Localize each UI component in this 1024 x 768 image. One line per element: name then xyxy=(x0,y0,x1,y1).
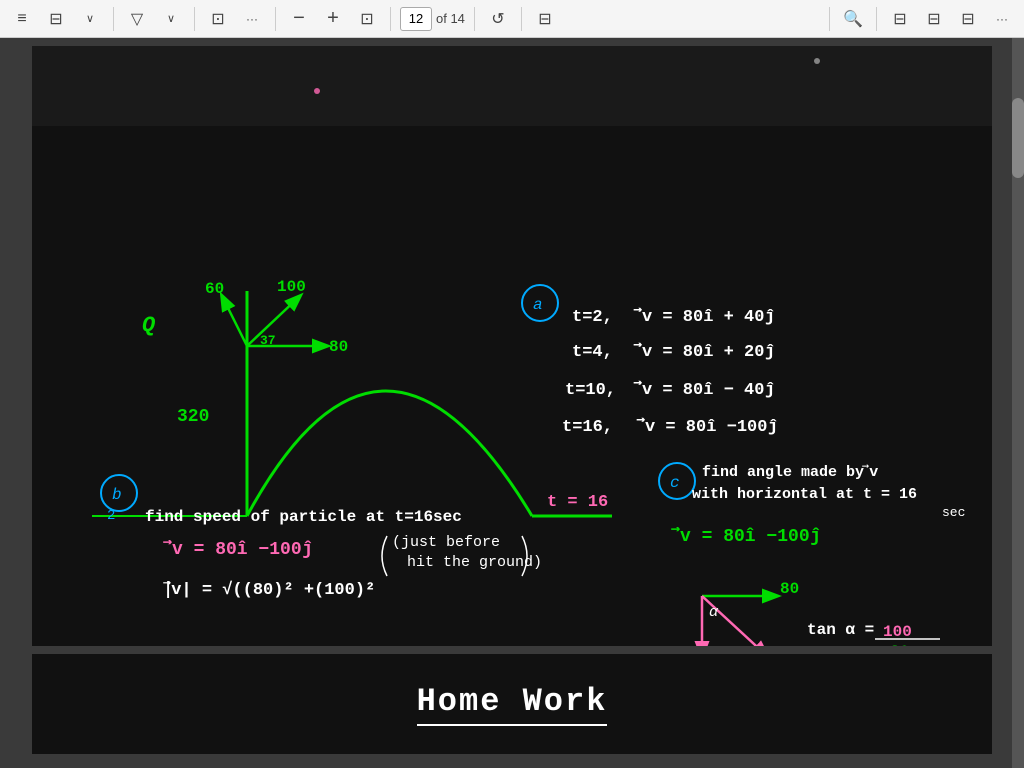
svg-text:c: c xyxy=(670,474,680,492)
more-right-button[interactable]: ··· xyxy=(988,5,1016,33)
svg-text:sec: sec xyxy=(942,505,965,520)
page-total-label: of 14 xyxy=(436,11,465,26)
svg-text:⃗v = 80î − 40ĵ: ⃗v = 80î − 40ĵ xyxy=(633,380,775,400)
chevron-down-1-icon[interactable]: ∨ xyxy=(76,5,104,33)
page-top-strip xyxy=(32,46,992,126)
svg-text:tan α =: tan α = xyxy=(807,621,874,639)
page-bottom-strip: Home Work xyxy=(32,654,992,754)
list-tool-button[interactable]: ≡ xyxy=(8,5,36,33)
scrollbar-thumb[interactable] xyxy=(1012,98,1024,178)
svg-text:2: 2 xyxy=(107,508,115,524)
svg-text:80: 80 xyxy=(780,580,799,598)
fit-page-button[interactable]: ⊡ xyxy=(353,5,381,33)
svg-text:Q: Q xyxy=(142,313,155,338)
svg-text:⃗v = 80î + 20ĵ: ⃗v = 80î + 20ĵ xyxy=(633,342,775,362)
zoom-in-button[interactable]: + xyxy=(319,5,347,33)
divider-8 xyxy=(876,7,877,31)
svg-text:t=4,: t=4, xyxy=(572,343,613,362)
svg-text:t = 16: t = 16 xyxy=(547,493,608,512)
search-button[interactable]: 🔍 xyxy=(839,5,867,33)
svg-text:|⃗v| = √((80)² +(100)²: |⃗v| = √((80)² +(100)² xyxy=(163,580,375,600)
svg-text:t=10,: t=10, xyxy=(565,381,616,400)
svg-text:⃗v = 80î + 40ĵ: ⃗v = 80î + 40ĵ xyxy=(633,307,775,327)
share-button[interactable]: ⊟ xyxy=(954,5,982,33)
main-content: 320 t = 16 80 100 60 37 Q a t=2, ⃗v = 80 xyxy=(0,38,1024,768)
divider-4 xyxy=(390,7,391,31)
svg-text:t=16,: t=16, xyxy=(562,418,613,437)
divider-7 xyxy=(829,7,830,31)
rotate-button[interactable]: ↺ xyxy=(484,5,512,33)
divider-1 xyxy=(113,7,114,31)
split-view-button[interactable]: ⊟ xyxy=(531,5,559,33)
svg-text:hit the ground): hit the ground) xyxy=(407,554,542,571)
svg-text:⃗v = 80î −100ĵ: ⃗v = 80î −100ĵ xyxy=(636,417,778,437)
page-content: 320 t = 16 80 100 60 37 Q a t=2, ⃗v = 80 xyxy=(32,126,992,646)
svg-text:α: α xyxy=(709,604,719,621)
svg-text:find angle made by ⃗v: find angle made by ⃗v xyxy=(702,464,878,481)
chevron-down-2-icon[interactable]: ∨ xyxy=(157,5,185,33)
svg-text:b: b xyxy=(112,486,122,504)
divider-6 xyxy=(521,7,522,31)
svg-text:100: 100 xyxy=(883,623,912,641)
more-options-button[interactable]: ··· xyxy=(238,5,266,33)
toolbar: ≡ ⊟ ∨ ▽ ∨ ⊡ ··· − + ⊡ 12 of 14 ↺ ⊟ 🔍 ⊟ ⊟… xyxy=(0,0,1024,38)
svg-text:⃗v = 80î −100ĵ: ⃗v = 80î −100ĵ xyxy=(671,526,820,547)
svg-text:37: 37 xyxy=(260,333,276,348)
save-button[interactable]: ⊟ xyxy=(920,5,948,33)
svg-text:320: 320 xyxy=(177,407,209,427)
zoom-out-button[interactable]: − xyxy=(285,5,313,33)
svg-text:60: 60 xyxy=(205,280,224,298)
svg-text:⃗v = 80î −100ĵ: ⃗v = 80î −100ĵ xyxy=(163,539,312,560)
bookmark-tool-button[interactable]: ⊟ xyxy=(42,5,70,33)
svg-text:80: 80 xyxy=(890,643,909,646)
divider-5 xyxy=(474,7,475,31)
svg-text:a: a xyxy=(533,296,543,314)
filter-tool-button[interactable]: ▽ xyxy=(123,5,151,33)
divider-2 xyxy=(194,7,195,31)
divider-3 xyxy=(275,7,276,31)
svg-text:find speed of particle at t=16: find speed of particle at t=16sec xyxy=(145,508,462,526)
page-number-input[interactable]: 12 xyxy=(400,7,432,31)
homework-title: Home Work xyxy=(417,683,608,726)
content-svg: 320 t = 16 80 100 60 37 Q a t=2, ⃗v = 80 xyxy=(32,126,992,646)
page-navigation: 12 of 14 xyxy=(400,7,465,31)
scrollbar[interactable] xyxy=(1012,38,1024,768)
svg-text:100: 100 xyxy=(277,278,306,296)
svg-text:(just before: (just before xyxy=(392,534,500,551)
print-button[interactable]: ⊟ xyxy=(886,5,914,33)
svg-text:t=2,: t=2, xyxy=(572,308,613,327)
page-view-button[interactable]: ⊡ xyxy=(204,5,232,33)
svg-text:80: 80 xyxy=(329,338,348,356)
svg-text:with horizontal at t = 16: with horizontal at t = 16 xyxy=(692,486,917,503)
